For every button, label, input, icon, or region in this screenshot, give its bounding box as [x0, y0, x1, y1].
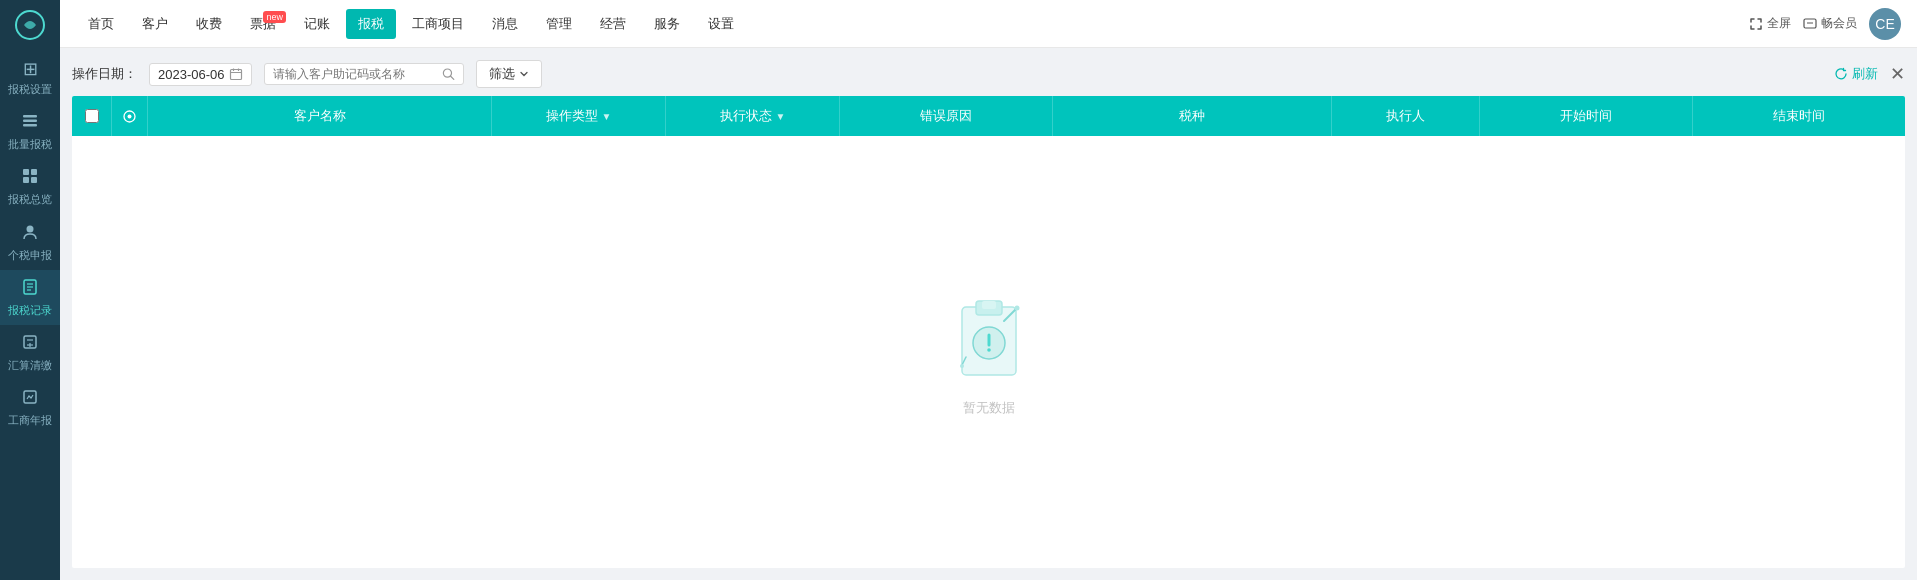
- top-navigation: 首页 客户 收费 票据 new 记账 报税 工商项目 消息: [60, 0, 1917, 48]
- date-input[interactable]: 2023-06-06: [149, 63, 252, 86]
- member-button[interactable]: 畅会员: [1803, 15, 1857, 32]
- sidebar-item-tax-overview[interactable]: 报税总览: [0, 159, 60, 214]
- sidebar-item-label: 报税总览: [8, 193, 52, 206]
- nav-item-messages[interactable]: 消息: [480, 9, 530, 39]
- th-executor: 执行人: [1332, 96, 1480, 136]
- date-label: 操作日期：: [72, 65, 137, 83]
- svg-rect-6: [23, 177, 29, 183]
- svg-rect-3: [23, 124, 37, 127]
- sidebar-item-label: 个税申报: [8, 249, 52, 262]
- svg-point-37: [960, 364, 964, 368]
- svg-line-25: [450, 76, 453, 79]
- th-settings[interactable]: [112, 96, 148, 136]
- nav-item-operations[interactable]: 经营: [588, 9, 638, 39]
- empty-text: 暂无数据: [963, 399, 1015, 417]
- sidebar-item-tax-settings[interactable]: ⊞ 报税设置: [0, 50, 60, 104]
- topnav-right: 全屏 畅会员 CE: [1749, 8, 1901, 40]
- nav-item-business[interactable]: 工商项目: [400, 9, 476, 39]
- sidebar: ⊞ 报税设置 批量报税 报税总览: [0, 0, 60, 580]
- refresh-icon: [1834, 67, 1848, 81]
- batch-tax-icon: [21, 112, 39, 135]
- personal-tax-icon: [21, 223, 39, 246]
- main-wrapper: 首页 客户 收费 票据 new 记账 报税 工商项目 消息: [60, 0, 1917, 580]
- sidebar-item-batch-tax[interactable]: 批量报税: [0, 104, 60, 159]
- close-button[interactable]: ✕: [1890, 65, 1905, 83]
- avatar[interactable]: CE: [1869, 8, 1901, 40]
- th-exec-status: 执行状态 ▼: [666, 96, 840, 136]
- content-area: 操作日期： 2023-06-06: [60, 48, 1917, 580]
- settings-icon: [122, 109, 137, 124]
- member-icon: [1803, 17, 1817, 31]
- select-all-checkbox[interactable]: [85, 109, 99, 123]
- sidebar-item-label: 汇算清缴: [8, 359, 52, 372]
- tax-settings-icon: ⊞: [23, 58, 38, 80]
- search-icon: [442, 67, 455, 81]
- svg-rect-30: [982, 301, 996, 309]
- sidebar-item-label: 报税设置: [8, 83, 52, 96]
- table-wrapper: 客户名称 操作类型 ▼ 执行状态 ▼ 错误原因 税种: [72, 96, 1905, 568]
- tax-overview-icon: [21, 167, 39, 190]
- th-error-reason: 错误原因: [840, 96, 1053, 136]
- date-value: 2023-06-06: [158, 67, 225, 82]
- nav-item-settings[interactable]: 设置: [696, 9, 746, 39]
- fullscreen-icon: [1749, 17, 1763, 31]
- sort-icon: ▼: [776, 111, 786, 122]
- nav-item-home[interactable]: 首页: [76, 9, 126, 39]
- th-start-time: 开始时间: [1480, 96, 1693, 136]
- th-end-time: 结束时间: [1693, 96, 1905, 136]
- svg-rect-7: [31, 177, 37, 183]
- page-panel: 操作日期： 2023-06-06: [60, 48, 1917, 580]
- nav-item-client[interactable]: 客户: [130, 9, 180, 39]
- sidebar-item-label: 报税记录: [8, 304, 52, 317]
- sidebar-item-tax-records[interactable]: 报税记录: [0, 270, 60, 325]
- empty-illustration: [944, 287, 1034, 387]
- th-client-name: 客户名称: [148, 96, 492, 136]
- new-badge: new: [263, 11, 286, 24]
- nav-item-tax[interactable]: 报税: [346, 9, 396, 39]
- svg-rect-4: [23, 169, 29, 175]
- empty-state: 暂无数据: [72, 136, 1905, 568]
- svg-point-8: [27, 225, 34, 232]
- nav-item-accounting[interactable]: 记账: [292, 9, 342, 39]
- chevron-down-icon: [519, 69, 529, 79]
- table-header: 客户名称 操作类型 ▼ 执行状态 ▼ 错误原因 税种: [72, 96, 1905, 136]
- th-tax-type: 税种: [1053, 96, 1332, 136]
- sidebar-item-personal-tax[interactable]: 个税申报: [0, 215, 60, 270]
- toolbar: 操作日期： 2023-06-06: [72, 60, 1905, 88]
- nav-item-invoice[interactable]: 票据 new: [238, 9, 288, 39]
- svg-rect-1: [23, 115, 37, 118]
- nav-item-fee[interactable]: 收费: [184, 9, 234, 39]
- svg-rect-5: [31, 169, 37, 175]
- filter-button[interactable]: 筛选: [476, 60, 542, 88]
- search-input[interactable]: [273, 67, 438, 81]
- nav-item-management[interactable]: 管理: [534, 9, 584, 39]
- sidebar-item-label: 工商年报: [8, 414, 52, 427]
- svg-point-35: [1014, 306, 1019, 311]
- svg-rect-20: [230, 70, 241, 80]
- nav-item-service[interactable]: 服务: [642, 9, 692, 39]
- sidebar-item-calculation[interactable]: 汇算清缴: [0, 325, 60, 380]
- calculation-icon: [21, 333, 39, 356]
- calendar-icon: [229, 67, 243, 81]
- th-op-type: 操作类型 ▼: [492, 96, 666, 136]
- fullscreen-button[interactable]: 全屏: [1749, 15, 1791, 32]
- sidebar-item-label: 批量报税: [8, 138, 52, 151]
- search-box[interactable]: [264, 63, 464, 85]
- tax-records-icon: [21, 278, 39, 301]
- sort-icon: ▼: [602, 111, 612, 122]
- th-checkbox[interactable]: [72, 96, 112, 136]
- svg-point-33: [987, 348, 991, 352]
- refresh-button[interactable]: 刷新: [1834, 65, 1878, 83]
- nav-items: 首页 客户 收费 票据 new 记账 报税 工商项目 消息: [76, 9, 1749, 39]
- annual-report-icon: [21, 388, 39, 411]
- app-logo: [0, 0, 60, 50]
- svg-point-27: [128, 114, 132, 118]
- table-body: 暂无数据: [72, 136, 1905, 568]
- svg-rect-2: [23, 120, 37, 123]
- sidebar-item-annual-report[interactable]: 工商年报: [0, 380, 60, 435]
